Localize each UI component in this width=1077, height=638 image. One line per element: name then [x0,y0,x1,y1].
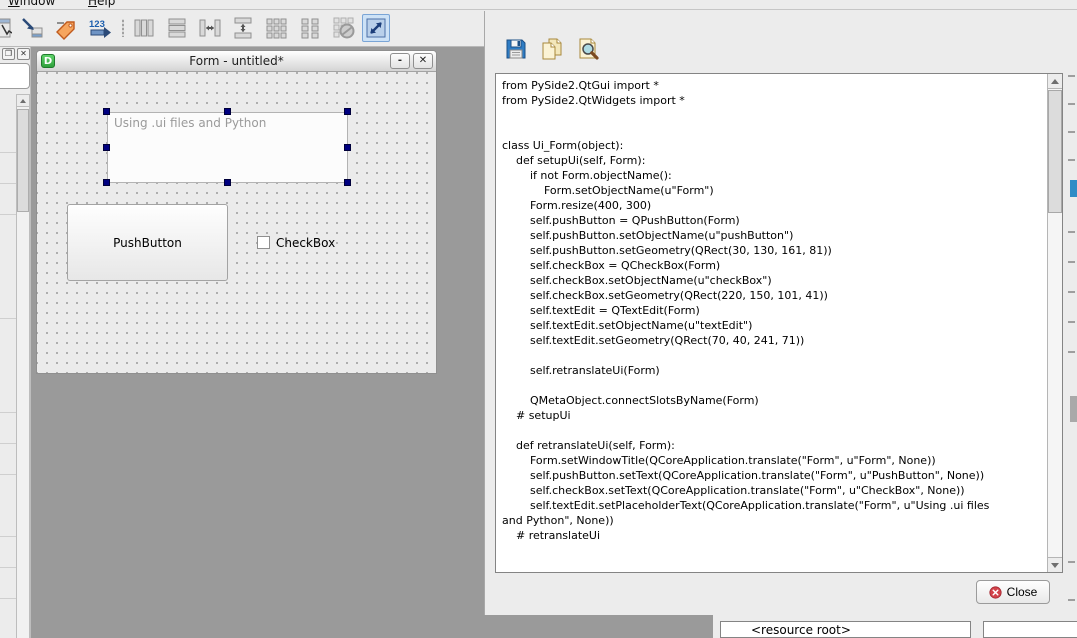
scroll-up-icon[interactable] [17,95,29,107]
panel-fragment-mark [1068,159,1075,161]
selection-handle[interactable] [224,108,231,115]
lay-out-in-form-layout-icon[interactable] [296,14,324,42]
code-scrollbar[interactable] [1047,74,1062,572]
selection-handle[interactable] [103,108,110,115]
right-panel-fragment [1064,11,1077,638]
widget-category-divider [0,214,16,215]
designer-form-icon: D [41,54,55,68]
svg-text:123: 123 [89,19,105,30]
menu-help[interactable]: Help [88,0,115,8]
code-preview-dialog: from PySide2.QtGui import * from PySide2… [484,11,1064,615]
checkbox-widget[interactable]: CheckBox [257,222,358,263]
copy-icon[interactable] [539,37,565,63]
close-circle-icon [989,586,1002,599]
resource-browser-panel: <resource root> [713,615,1077,638]
widget-category-divider [0,474,16,475]
code-editor[interactable]: from PySide2.QtGui import * from PySide2… [495,73,1063,573]
adjust-size-icon[interactable] [362,14,390,42]
selection-handle[interactable] [344,108,351,115]
resource-tree[interactable]: <resource root> [720,621,971,638]
edit-buddies-icon[interactable] [52,14,80,42]
panel-fragment-mark [1068,351,1075,353]
form-window-titlebar[interactable]: D Form - untitled* - ✕ [37,51,436,72]
checkbox-label: CheckBox [276,236,335,250]
selection-handle[interactable] [103,144,110,151]
panel-fragment-mark [1068,599,1075,601]
checkbox-indicator[interactable] [257,236,270,249]
widget-category-divider [0,443,16,444]
form-editor-window[interactable]: D Form - untitled* - ✕ Using .ui files a… [36,50,437,374]
scroll-up-icon[interactable] [1048,74,1062,89]
menu-bar: WWindowindow Help [0,0,1077,10]
preview-icon[interactable] [575,37,601,63]
save-icon[interactable] [503,37,529,63]
scroll-down-icon[interactable] [1048,557,1062,572]
widget-category-divider [0,152,16,153]
mdi-area-bottom [484,615,713,638]
close-icon[interactable]: ✕ [413,53,433,69]
resource-root-item[interactable]: <resource root> [751,623,851,637]
widget-category-divider [0,318,16,319]
form-window-title: Form - untitled* [189,54,283,68]
lay-out-vertically-icon[interactable] [163,14,191,42]
panel-fragment-mark [1068,321,1075,323]
scrollbar-fragment [1070,396,1077,422]
panel-fragment-mark [1068,261,1075,263]
lay-out-horizontally-icon[interactable] [130,14,158,42]
selection-handle[interactable] [103,179,110,186]
edit-tab-order-icon[interactable]: 123 [86,14,114,42]
widget-category-divider [0,567,16,568]
panel-fragment-mark [1068,561,1075,563]
widget-category-divider [0,536,16,537]
resource-list[interactable] [983,621,1077,638]
selection-handle[interactable] [224,179,231,186]
widget-box-panel: ❐ ✕ [0,47,31,638]
panel-fragment-mark [1068,231,1075,233]
toolbar-separator [122,19,124,37]
pushbutton-widget[interactable]: PushButton [67,204,228,281]
lay-out-horizontally-in-splitter-icon[interactable] [196,14,224,42]
qt-designer-screen: WWindowindow Help 123 [0,0,1077,638]
textedit-widget[interactable]: Using .ui files and Python [107,112,348,183]
lay-out-vertically-in-splitter-icon[interactable] [229,14,257,42]
scrollbar-thumb[interactable] [17,109,29,212]
code-dialog-toolbar [503,37,601,63]
panel-fragment-mark [1068,131,1075,133]
panel-fragment-mark [1068,75,1075,77]
selection-handle[interactable] [344,144,351,151]
edit-signals-slots-icon[interactable] [18,14,46,42]
widget-category-divider [0,412,16,413]
selected-row-fragment [1070,180,1077,197]
widget-category-divider [0,183,16,184]
panel-fragment-mark [1068,103,1075,105]
widget-category-divider [0,598,16,599]
mdi-area: D Form - untitled* - ✕ Using .ui files a… [31,47,484,638]
break-layout-icon[interactable] [330,14,358,42]
close-button-label: Close [1007,585,1038,599]
menu-window[interactable]: WWindowindow [8,0,55,8]
dock-float-icon[interactable]: ❐ [2,48,15,60]
scrollbar-thumb[interactable] [1048,90,1062,213]
selection-handle[interactable] [344,179,351,186]
form-canvas[interactable]: Using .ui files and Python PushButton Ch… [37,72,436,373]
edit-widgets-icon[interactable] [0,14,14,42]
dock-close-icon[interactable]: ✕ [17,48,30,60]
panel-fragment-mark [1068,291,1075,293]
widget-box-scrollbar[interactable] [16,94,30,638]
widget-filter-input[interactable] [0,63,30,89]
code-text[interactable]: from PySide2.QtGui import * from PySide2… [496,74,1062,543]
lay-out-in-grid-icon[interactable] [262,14,290,42]
close-button[interactable]: Close [976,580,1050,604]
toolbar: 123 [0,11,484,47]
minimize-icon[interactable]: - [390,53,410,69]
